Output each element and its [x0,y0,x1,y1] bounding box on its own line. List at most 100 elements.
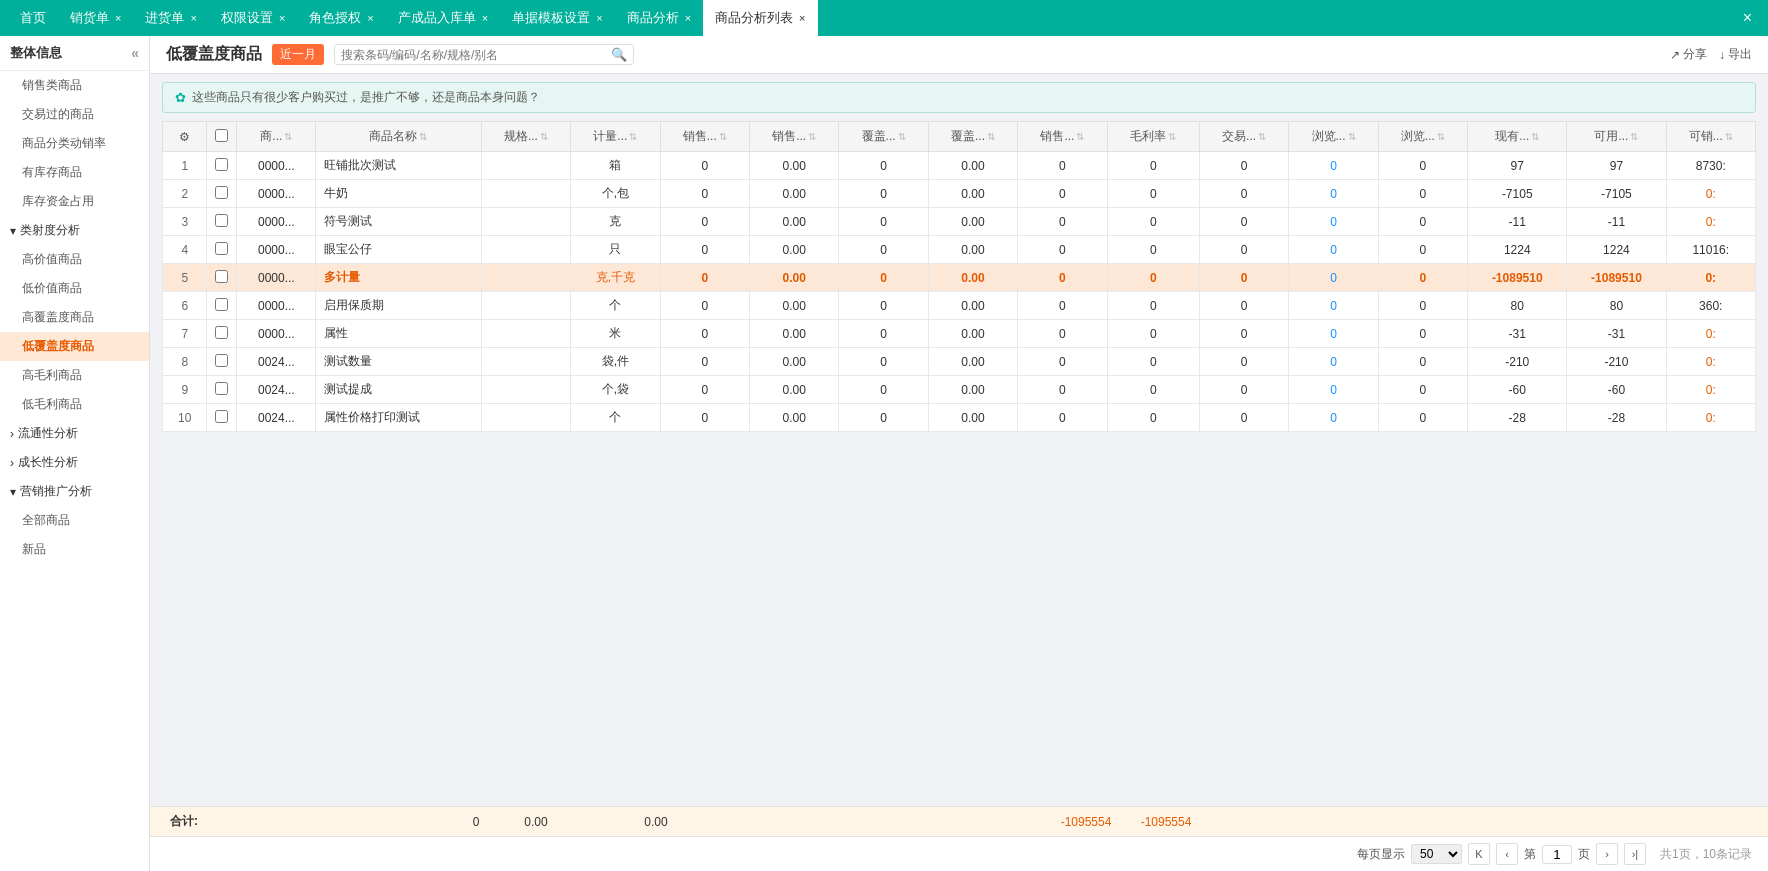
row-checkbox[interactable] [207,320,237,348]
col-settings[interactable]: ⚙ [163,122,207,152]
row-checkbox[interactable] [207,208,237,236]
row-unit: 个,袋 [571,376,660,404]
col-gross-margin[interactable]: 毛利率⇅ [1107,122,1199,152]
nav-template-settings[interactable]: 单据模板设置 × [500,0,614,36]
sidebar-section-category-analysis[interactable]: ▾ 类射度分析 [0,216,149,245]
sidebar-item-low-value[interactable]: 低价值商品 [0,274,149,303]
row-cover2: 0.00 [928,180,1017,208]
share-button[interactable]: ↗ 分享 [1670,46,1707,63]
row-code: 0000... [237,292,316,320]
window-close-btn[interactable]: × [1735,9,1760,27]
nav-purchase-order-close[interactable]: × [190,0,196,36]
nav-purchase-order[interactable]: 进货单 × [133,0,208,36]
prev-page-btn[interactable]: ‹ [1496,843,1518,865]
row-trade: 0 [1199,320,1288,348]
sidebar-collapse-btn[interactable]: « [131,45,139,61]
row-browse1[interactable]: 0 [1289,320,1378,348]
sidebar-item-high-value[interactable]: 高价值商品 [0,245,149,274]
row-browse1[interactable]: 0 [1289,180,1378,208]
col-sales-amt[interactable]: 销售...⇅ [749,122,838,152]
export-button[interactable]: ↓ 导出 [1719,46,1752,63]
next-page-btn[interactable]: › [1596,843,1618,865]
row-checkbox[interactable] [207,236,237,264]
row-salable: 0: [1666,404,1755,432]
row-checkbox[interactable] [207,152,237,180]
row-cover2: 0.00 [928,152,1017,180]
nav-home[interactable]: 首页 [8,0,58,36]
row-checkbox[interactable] [207,404,237,432]
nav-permissions[interactable]: 权限设置 × [209,0,297,36]
col-trade[interactable]: 交易...⇅ [1199,122,1288,152]
row-checkbox[interactable] [207,292,237,320]
sidebar-item-high-coverage[interactable]: 高覆盖度商品 [0,303,149,332]
sidebar-item-category-turnover[interactable]: 商品分类动销率 [0,129,149,158]
col-name[interactable]: 商品名称⇅ [316,122,482,152]
row-checkbox[interactable] [207,376,237,404]
nav-product-analysis-list-close[interactable]: × [799,0,805,36]
row-cover1: 0 [839,264,928,292]
row-browse1[interactable]: 0 [1289,152,1378,180]
row-browse1[interactable]: 0 [1289,348,1378,376]
nav-roles-close[interactable]: × [367,0,373,36]
sidebar-item-high-margin[interactable]: 高毛利商品 [0,361,149,390]
col-cover2[interactable]: 覆盖...⇅ [928,122,1017,152]
col-salable[interactable]: 可销...⇅ [1666,122,1755,152]
settings-icon[interactable]: ⚙ [179,130,190,144]
row-browse2: 0 [1378,292,1467,320]
search-icon[interactable]: 🔍 [611,47,627,62]
nav-template-settings-close[interactable]: × [596,0,602,36]
col-browse2[interactable]: 浏览...⇅ [1378,122,1467,152]
first-page-btn[interactable]: K [1468,843,1490,865]
row-browse1[interactable]: 0 [1289,236,1378,264]
col-unit[interactable]: 计量...⇅ [571,122,660,152]
col-sales-qty[interactable]: 销售...⇅ [660,122,749,152]
per-page-select[interactable]: 50 20 100 200 [1411,844,1462,864]
sidebar-section-marketing[interactable]: ▾ 营销推广分析 [0,477,149,506]
sidebar-item-inventory-capital[interactable]: 库存资金占用 [0,187,149,216]
period-button[interactable]: 近一月 [272,44,324,65]
row-browse1[interactable]: 0 [1289,292,1378,320]
row-name: 牛奶 [316,180,482,208]
sidebar-item-low-coverage[interactable]: 低覆盖度商品 [0,332,149,361]
sidebar-item-sales-products[interactable]: 销售类商品 [0,71,149,100]
row-name: 测试提成 [316,376,482,404]
nav-product-analysis[interactable]: 商品分析 × [615,0,703,36]
last-page-btn[interactable]: ›| [1624,843,1646,865]
row-browse2: 0 [1378,348,1467,376]
sidebar-item-stocked-products[interactable]: 有库存商品 [0,158,149,187]
row-browse1[interactable]: 0 [1289,376,1378,404]
nav-sales-order-close[interactable]: × [115,0,121,36]
page-title: 低覆盖度商品 [166,44,262,65]
sidebar-item-all-products[interactable]: 全部商品 [0,506,149,535]
nav-roles[interactable]: 角色授权 × [297,0,385,36]
search-input[interactable] [341,48,611,62]
row-num: 4 [163,236,207,264]
row-browse1[interactable]: 0 [1289,208,1378,236]
col-spec[interactable]: 规格...⇅ [481,122,570,152]
row-checkbox[interactable] [207,264,237,292]
row-spec [481,208,570,236]
sidebar-item-low-margin[interactable]: 低毛利商品 [0,390,149,419]
page-input[interactable] [1542,845,1572,864]
col-code[interactable]: 商...⇅ [237,122,316,152]
nav-product-analysis-list[interactable]: 商品分析列表 × [703,0,817,36]
nav-finished-goods[interactable]: 产成品入库单 × [386,0,500,36]
col-available-stock[interactable]: 可用...⇅ [1567,122,1666,152]
col-cover1[interactable]: 覆盖...⇅ [839,122,928,152]
col-current-stock[interactable]: 现有...⇅ [1468,122,1567,152]
nav-permissions-close[interactable]: × [279,0,285,36]
sidebar-section-growth[interactable]: › 成长性分析 [0,448,149,477]
row-checkbox[interactable] [207,180,237,208]
row-browse1[interactable]: 0 [1289,404,1378,432]
col-browse1[interactable]: 浏览...⇅ [1289,122,1378,152]
nav-finished-goods-close[interactable]: × [482,0,488,36]
select-all-checkbox[interactable] [215,129,228,142]
nav-sales-order[interactable]: 销货单 × [58,0,133,36]
sidebar-item-traded-products[interactable]: 交易过的商品 [0,100,149,129]
sidebar-item-new-products[interactable]: 新品 [0,535,149,564]
row-browse1[interactable]: 0 [1289,264,1378,292]
row-checkbox[interactable] [207,348,237,376]
col-sales3[interactable]: 销售...⇅ [1018,122,1107,152]
nav-product-analysis-close[interactable]: × [685,0,691,36]
sidebar-section-liquidity[interactable]: › 流通性分析 [0,419,149,448]
